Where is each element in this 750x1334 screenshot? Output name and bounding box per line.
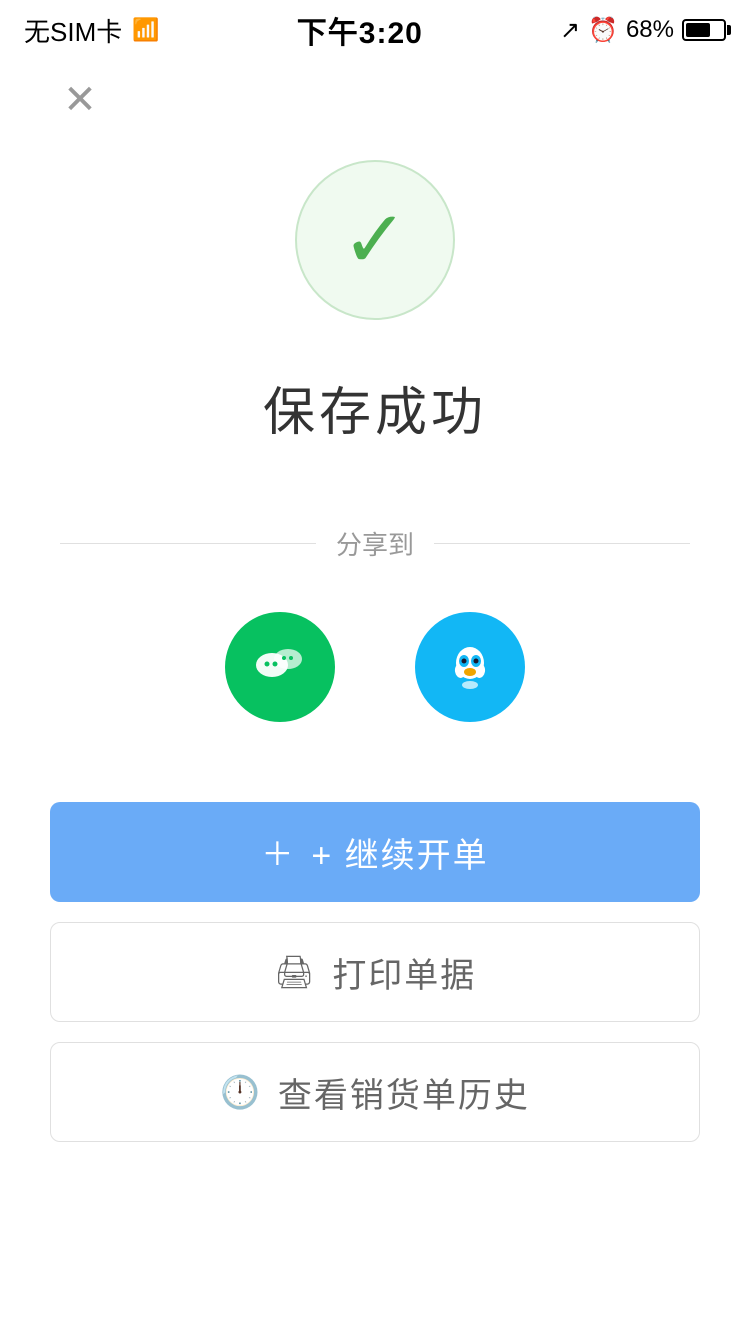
wechat-button[interactable] <box>225 612 335 722</box>
print-button[interactable]: 🖨 打印单据 <box>50 922 700 1022</box>
location-icon: ↗ <box>560 16 580 45</box>
success-circle: ✓ <box>295 160 455 320</box>
close-icon: ✕ <box>63 80 97 120</box>
close-button[interactable]: ✕ <box>50 70 110 130</box>
share-section: 分享到 <box>0 525 750 722</box>
alarm-icon: ⏰ <box>588 16 618 45</box>
battery-fill <box>686 23 710 37</box>
clock-icon: 🕛 <box>220 1073 262 1111</box>
share-icons <box>225 612 525 722</box>
battery-icon <box>682 19 726 41</box>
share-label: 分享到 <box>316 525 434 562</box>
wifi-icon: 📶 <box>132 17 159 43</box>
status-time: 下午3:20 <box>297 8 423 52</box>
history-label: 查看销货单历史 <box>278 1068 530 1117</box>
divider-left <box>60 543 316 544</box>
status-right: ↗ ⏰ 68% <box>560 16 726 45</box>
plus-icon: ＋ <box>261 829 295 875</box>
battery-percent: 68% <box>626 16 674 44</box>
share-divider: 分享到 <box>0 525 750 562</box>
qq-icon-svg <box>438 635 502 699</box>
checkmark-icon: ✓ <box>341 200 408 280</box>
qq-button[interactable] <box>415 612 525 722</box>
divider-right <box>434 543 690 544</box>
continue-button[interactable]: ＋ + 继续开单 <box>50 802 700 902</box>
action-buttons: ＋ + 继续开单 🖨 打印单据 🕛 查看销货单历史 <box>0 802 750 1142</box>
success-title: 保存成功 <box>263 370 487 445</box>
printer-icon: 🖨 <box>274 953 317 991</box>
wechat-icon-svg <box>248 635 312 699</box>
status-carrier: 无SIM卡 📶 <box>24 12 160 49</box>
status-bar: 无SIM卡 📶 下午3:20 ↗ ⏰ 68% <box>0 0 750 60</box>
history-button[interactable]: 🕛 查看销货单历史 <box>50 1042 700 1142</box>
carrier-text: 无SIM卡 <box>24 12 122 49</box>
continue-label: + 继续开单 <box>311 828 488 877</box>
main-content: ✓ 保存成功 分享到 <box>0 60 750 1142</box>
print-label: 打印单据 <box>332 948 476 997</box>
